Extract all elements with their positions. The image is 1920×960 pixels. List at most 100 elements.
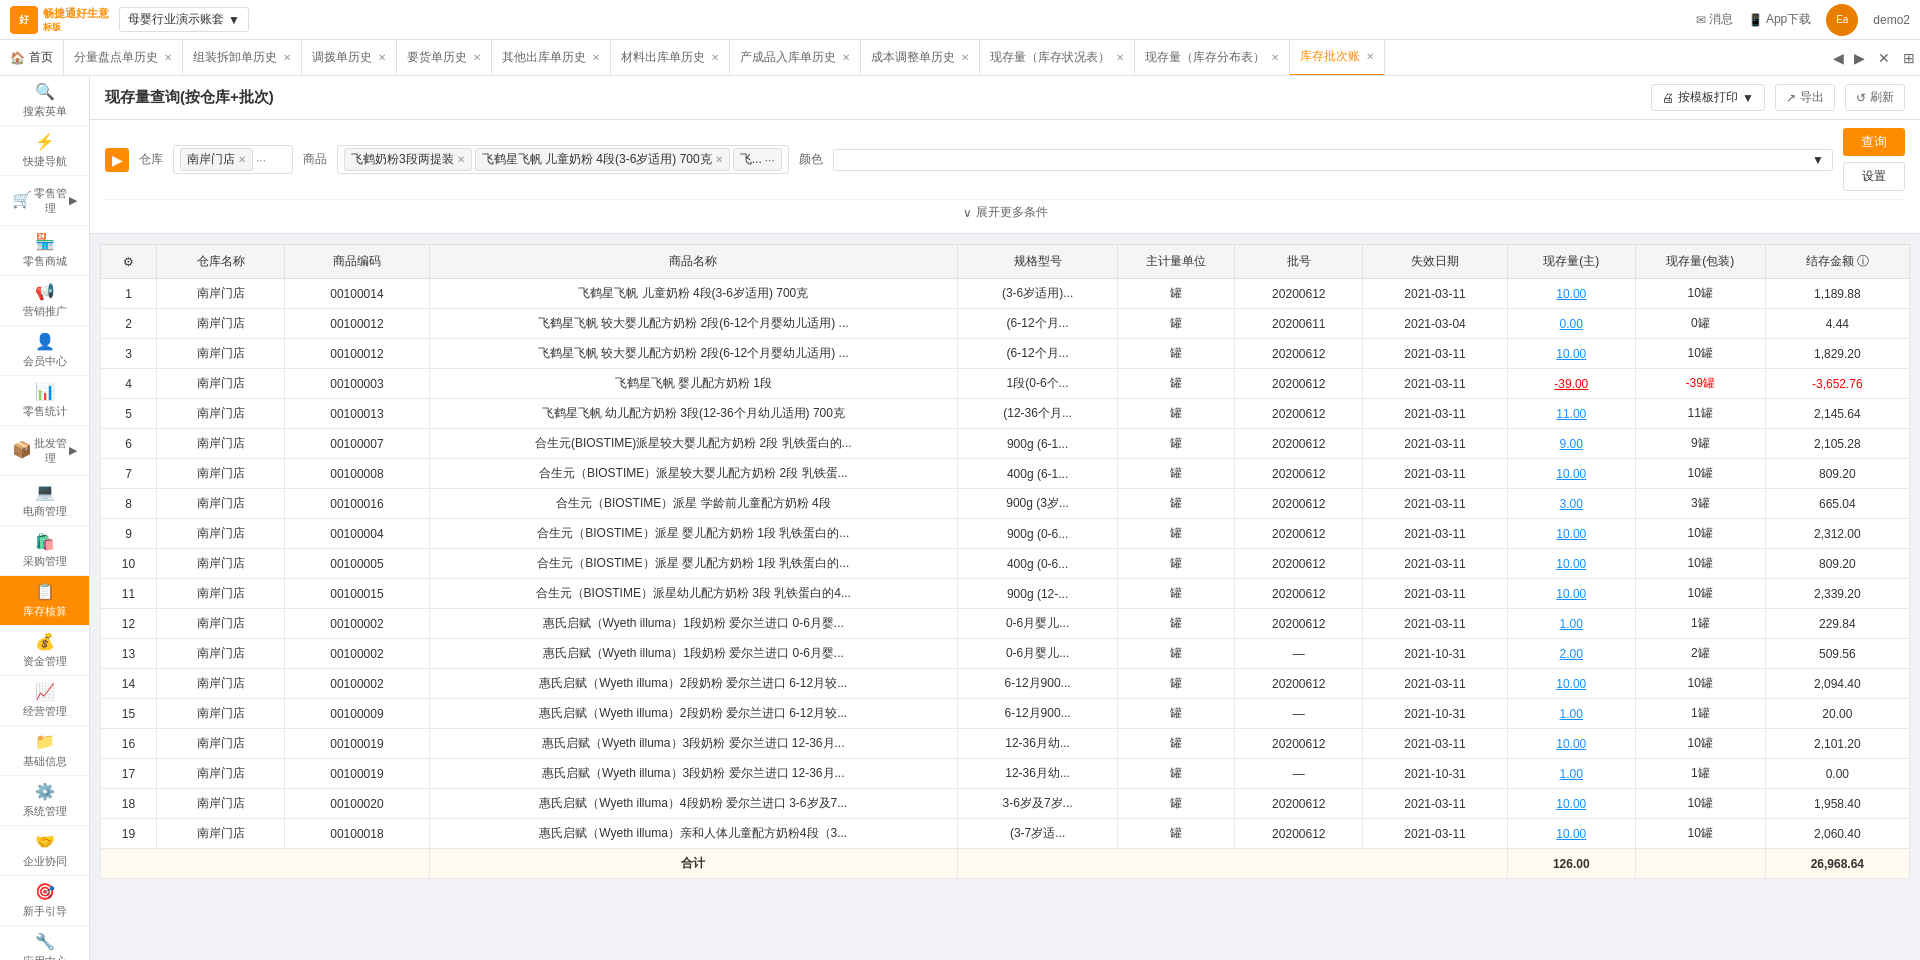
cell-qty[interactable]: 10.00 (1507, 789, 1635, 819)
close-icon[interactable]: ✕ (592, 52, 600, 63)
sidebar-item-basic-info[interactable]: 📁 基础信息 (0, 726, 89, 776)
tab-next-btn[interactable]: ▶ (1849, 48, 1870, 68)
warehouse-filter-input[interactable]: 南岸门店 ✕ ··· (173, 145, 293, 174)
cell-qty[interactable]: 11.00 (1507, 399, 1635, 429)
cell-qty[interactable]: 10.00 (1507, 819, 1635, 849)
more-products-btn[interactable]: ··· (765, 153, 775, 167)
tab-cailiaochuku[interactable]: 材料出库单历史 ✕ (611, 40, 730, 76)
cell-qty[interactable]: 10.00 (1507, 729, 1635, 759)
cell-qty[interactable]: -39.00 (1507, 369, 1635, 399)
cell-qty[interactable]: 10.00 (1507, 669, 1635, 699)
tab-xiancunliang2[interactable]: 现存量（库存分布表） ✕ (1135, 40, 1290, 76)
sidebar-item-members[interactable]: 👤 会员中心 (0, 326, 89, 376)
top-bar: 好 畅捷通好生意 标版 母婴行业演示账套 ▼ ✉ 消息 📱 App下载 Ea d… (0, 0, 1920, 40)
remove-warehouse-tag-btn[interactable]: ✕ (238, 154, 246, 165)
tab-diaobodanli[interactable]: 调拨单历史 ✕ (302, 40, 397, 76)
cell-code: 00100002 (285, 669, 429, 699)
cell-qty[interactable]: 10.00 (1507, 519, 1635, 549)
cell-qty[interactable]: 1.00 (1507, 699, 1635, 729)
tab-xiancunliang1[interactable]: 现存量（库存状况表） ✕ (980, 40, 1135, 76)
close-icon[interactable]: ✕ (473, 52, 481, 63)
sidebar-item-retail-shop[interactable]: 🏪 零售商城 (0, 226, 89, 276)
cell-qty[interactable]: 10.00 (1507, 339, 1635, 369)
remove-product-tag1-btn[interactable]: ✕ (457, 154, 465, 165)
ellipsis-btn[interactable]: ··· (256, 153, 266, 167)
expand-more-conditions-btn[interactable]: ∨ 展开更多条件 (105, 199, 1905, 225)
remove-product-tag2-btn[interactable]: ✕ (715, 154, 723, 165)
product-filter-input[interactable]: 飞鹤奶粉3段两提装 ✕ 飞鹤星飞帆 儿童奶粉 4段(3-6岁适用) 700克 ✕… (337, 145, 789, 174)
product-tag-2: 飞鹤星飞帆 儿童奶粉 4段(3-6岁适用) 700克 ✕ (475, 148, 730, 171)
sidebar-item-marketing[interactable]: 📢 营销推广 (0, 276, 89, 326)
cell-qty[interactable]: 10.00 (1507, 549, 1635, 579)
tab-menu-btn[interactable]: ⊞ (1898, 48, 1920, 68)
sidebar-item-appcenter[interactable]: 🔧 应用中心 (0, 926, 89, 960)
tab-fenliangpandian[interactable]: 分量盘点单历史 ✕ (64, 40, 183, 76)
color-filter-dropdown[interactable]: ▼ (833, 149, 1833, 171)
sidebar-item-retail-mgmt[interactable]: 🛒 零售管理 ▶ (0, 176, 89, 226)
total-balance: 26,968.64 (1765, 849, 1909, 879)
close-all-tabs-btn[interactable]: ✕ (1870, 48, 1898, 68)
export-btn[interactable]: ↗ 导出 (1775, 84, 1835, 111)
cell-qty[interactable]: 10.00 (1507, 579, 1635, 609)
cell-qty[interactable]: 3.00 (1507, 489, 1635, 519)
cell-qty[interactable]: 1.00 (1507, 609, 1635, 639)
app-download-btn[interactable]: 📱 App下载 (1748, 11, 1811, 28)
account-selector[interactable]: 母婴行业演示账套 ▼ (119, 7, 249, 32)
tab-zuzhangchaijian[interactable]: 组装拆卸单历史 ✕ (183, 40, 302, 76)
sidebar-item-operations[interactable]: 📈 经营管理 (0, 676, 89, 726)
query-btn[interactable]: 查询 (1843, 128, 1905, 156)
sidebar-item-collab[interactable]: 🤝 企业协同 (0, 826, 89, 876)
cell-name: 惠氏启赋（Wyeth illuma）1段奶粉 爱尔兰进口 0-6月婴... (429, 639, 957, 669)
close-icon[interactable]: ✕ (961, 52, 969, 63)
cell-pkg: 10罐 (1635, 579, 1765, 609)
refresh-btn[interactable]: ↺ 刷新 (1845, 84, 1905, 111)
tab-qitachuku[interactable]: 其他出库单历史 ✕ (492, 40, 611, 76)
close-icon[interactable]: ✕ (1271, 52, 1279, 63)
product-tag-1: 飞鹤奶粉3段两提装 ✕ (344, 148, 472, 171)
sidebar-item-wholesale[interactable]: 📦 批发管理 ▶ (0, 426, 89, 476)
cell-qty[interactable]: 0.00 (1507, 309, 1635, 339)
cell-batch: 20200612 (1235, 549, 1363, 579)
sidebar-item-newguide[interactable]: 🎯 新手引导 (0, 876, 89, 926)
tab-chengpinruku[interactable]: 产成品入库单历史 ✕ (730, 40, 861, 76)
filter-expand-btn[interactable]: ▶ (105, 148, 129, 172)
sidebar-item-system[interactable]: ⚙️ 系统管理 (0, 776, 89, 826)
th-gear[interactable]: ⚙ (101, 245, 157, 279)
sidebar-item-inventory[interactable]: 📋 库存核算 (0, 576, 89, 626)
sidebar-item-ecommerce[interactable]: 💻 电商管理 (0, 476, 89, 526)
cell-no: 12 (101, 609, 157, 639)
tab-label: 分量盘点单历史 (74, 49, 158, 66)
cell-batch: 20200612 (1235, 579, 1363, 609)
user-avatar[interactable]: Ea (1826, 4, 1858, 36)
setting-btn[interactable]: 设置 (1843, 162, 1905, 191)
sidebar-item-search[interactable]: 🔍 搜索英单 (0, 76, 89, 126)
username[interactable]: demo2 (1873, 13, 1910, 27)
close-icon[interactable]: ✕ (711, 52, 719, 63)
print-btn[interactable]: 🖨 按模板打印 ▼ (1651, 84, 1765, 111)
tab-yaohuo[interactable]: 要货单历史 ✕ (397, 40, 492, 76)
tab-home[interactable]: 🏠 首页 (0, 40, 64, 76)
th-unit: 主计量单位 (1118, 245, 1235, 279)
cell-qty[interactable]: 10.00 (1507, 459, 1635, 489)
sidebar-item-retail-stats[interactable]: 📊 零售统计 (0, 376, 89, 426)
cell-spec: 400g (0-6... (957, 549, 1117, 579)
cell-qty[interactable]: 9.00 (1507, 429, 1635, 459)
close-icon[interactable]: ✕ (164, 52, 172, 63)
tab-prev-btn[interactable]: ◀ (1828, 48, 1849, 68)
close-icon[interactable]: ✕ (283, 52, 291, 63)
cell-name: 飞鹤星飞帆 婴儿配方奶粉 1段 (429, 369, 957, 399)
sidebar-item-purchase[interactable]: 🛍️ 采购管理 (0, 526, 89, 576)
cell-qty[interactable]: 2.00 (1507, 639, 1635, 669)
message-btn[interactable]: ✉ 消息 (1696, 11, 1733, 28)
tab-kucunpici[interactable]: 库存批次账 ✕ (1290, 40, 1385, 76)
cell-qty[interactable]: 1.00 (1507, 759, 1635, 789)
close-icon[interactable]: ✕ (378, 52, 386, 63)
tab-chengbentiaozhen[interactable]: 成本调整单历史 ✕ (861, 40, 980, 76)
close-icon[interactable]: ✕ (1366, 51, 1374, 62)
close-icon[interactable]: ✕ (1116, 52, 1124, 63)
sidebar-item-finance[interactable]: 💰 资金管理 (0, 626, 89, 676)
sidebar-item-quicknav[interactable]: ⚡ 快捷导航 (0, 126, 89, 176)
close-icon[interactable]: ✕ (842, 52, 850, 63)
export-label: 导出 (1800, 89, 1824, 106)
cell-qty[interactable]: 10.00 (1507, 279, 1635, 309)
